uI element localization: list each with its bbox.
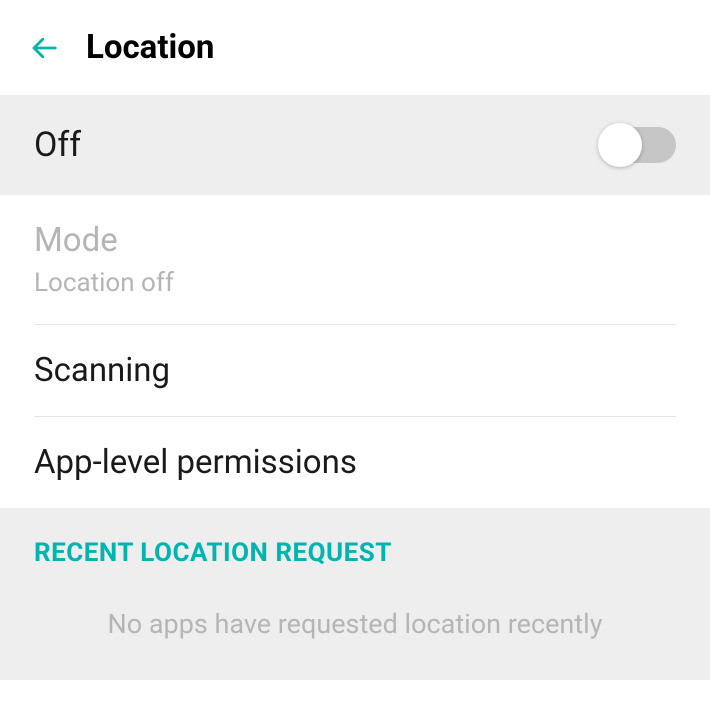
- toggle-knob: [598, 123, 642, 167]
- scanning-item[interactable]: Scanning: [34, 325, 676, 417]
- app-permissions-item[interactable]: App-level permissions: [34, 417, 676, 508]
- scanning-title: Scanning: [34, 351, 676, 390]
- recent-section-header: RECENT LOCATION REQUEST: [0, 508, 710, 582]
- arrow-left-icon: [29, 33, 59, 63]
- mode-item: Mode Location off: [34, 195, 676, 325]
- mode-subtitle: Location off: [34, 268, 676, 298]
- recent-empty-state: No apps have requested location recently: [0, 582, 710, 680]
- location-toggle-row[interactable]: Off: [0, 95, 710, 195]
- location-toggle-switch[interactable]: [600, 127, 676, 163]
- app-permissions-title: App-level permissions: [34, 443, 676, 482]
- empty-state-text: No apps have requested location recently: [34, 608, 676, 640]
- page-title: Location: [86, 28, 214, 67]
- mode-title: Mode: [34, 221, 676, 260]
- back-button[interactable]: [26, 30, 62, 66]
- toggle-label: Off: [34, 125, 81, 165]
- recent-header-text: RECENT LOCATION REQUEST: [34, 538, 676, 568]
